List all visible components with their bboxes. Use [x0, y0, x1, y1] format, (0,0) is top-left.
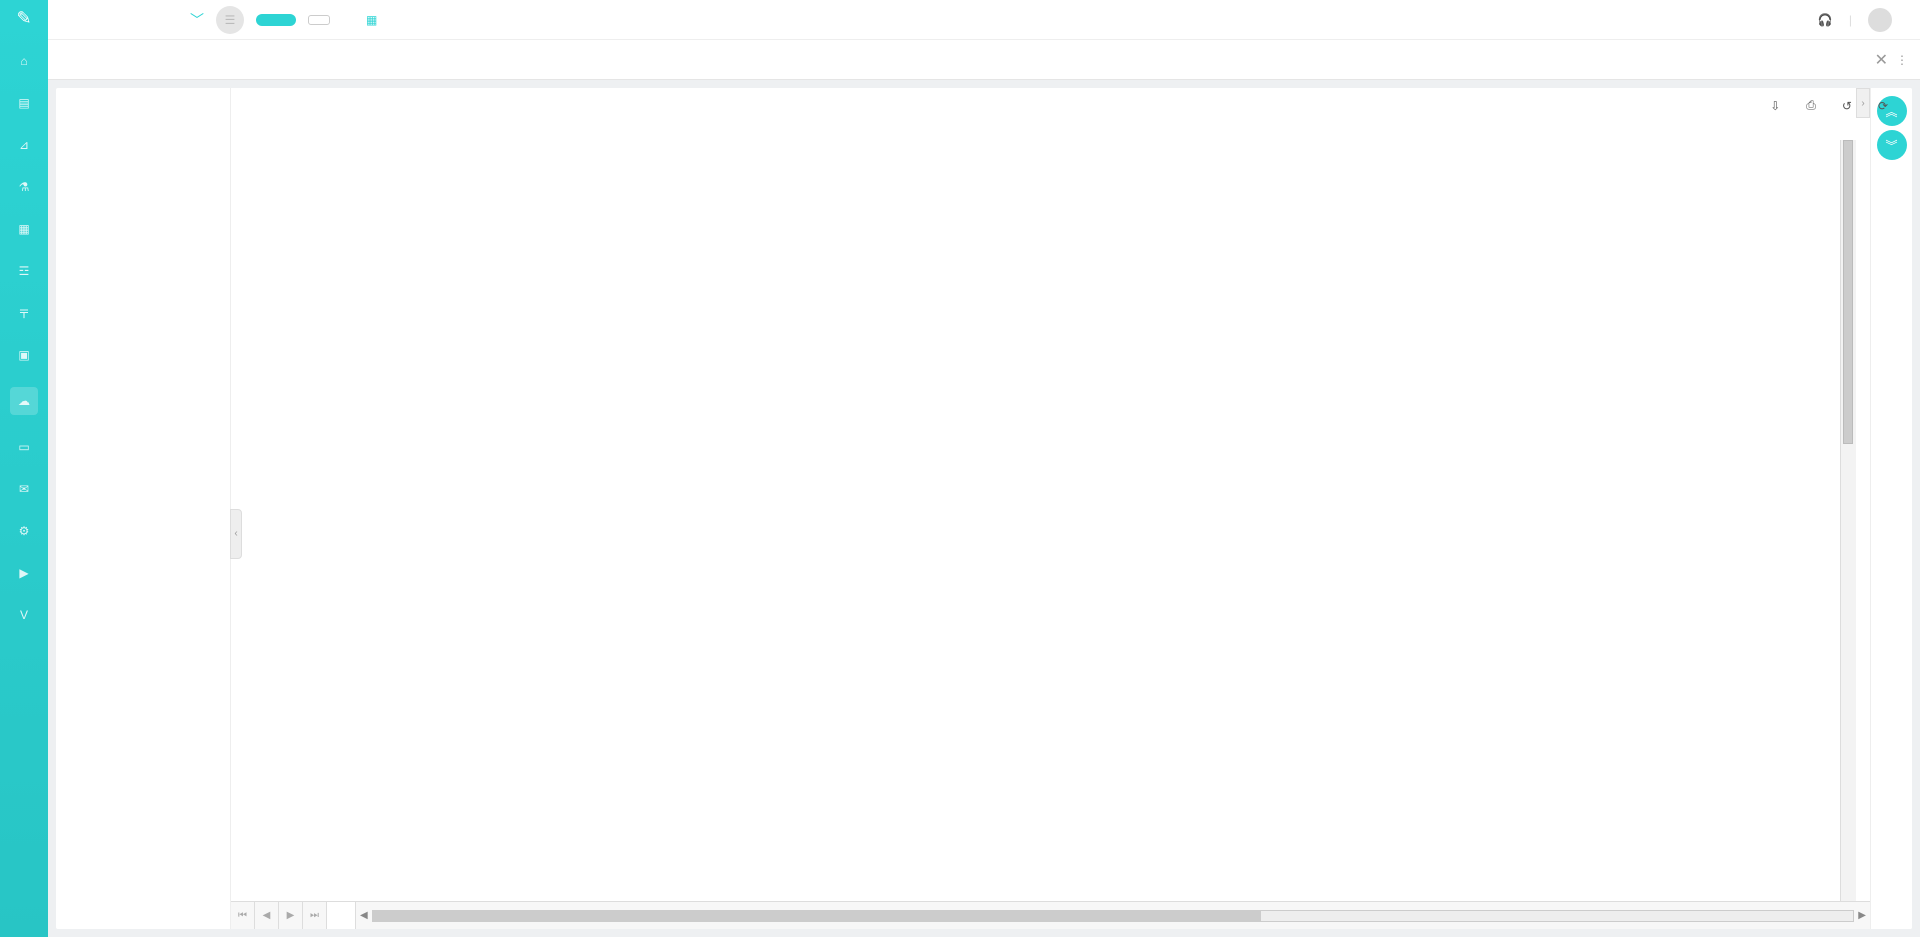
archive-icon[interactable]: ▭ — [14, 437, 34, 457]
doc-icon[interactable]: ▤ — [14, 93, 34, 113]
calendar-icon[interactable]: ▦ — [366, 13, 377, 27]
home-icon[interactable]: ⌂ — [14, 51, 34, 71]
close-all-tabs-icon[interactable]: ✕ — [1875, 50, 1888, 70]
form-list-sidebar — [56, 88, 231, 929]
list-toggle-button[interactable]: ☰ — [216, 6, 244, 34]
v-icon[interactable]: V — [14, 605, 34, 625]
switch-old-button[interactable] — [308, 15, 330, 25]
headset-icon: 🎧 — [1818, 13, 1833, 27]
refresh-icon: ⟳ — [1878, 99, 1888, 113]
settings-icon[interactable]: ⚙ — [14, 521, 34, 541]
chart-icon[interactable]: ⊿ — [14, 135, 34, 155]
sheet-nav-last[interactable]: ⏭ — [303, 902, 327, 929]
report-icon[interactable]: ☲ — [14, 261, 34, 281]
year-rail: ︽ ︾ — [1870, 88, 1912, 929]
refresh-button[interactable]: ⟳ — [1878, 98, 1892, 113]
video-icon[interactable]: ▶ — [14, 563, 34, 583]
tax-icon[interactable]: ☁ — [10, 387, 38, 415]
scroll-left-icon[interactable]: ◀ — [360, 910, 368, 921]
tabs-menu-icon[interactable]: ⋮ — [1896, 53, 1908, 67]
sheet-expand-handle[interactable]: › — [1856, 88, 1870, 118]
avatar[interactable] — [1868, 8, 1892, 32]
consult-link[interactable]: 🎧 — [1818, 13, 1833, 27]
bag-icon[interactable]: ⚗ — [14, 177, 34, 197]
chevron-down-icon: ﹀ — [190, 10, 204, 30]
stamp-icon[interactable]: 〒 — [14, 303, 34, 323]
sheet-tabs: ⏮ ◀ ▶ ⏭ ◀ ▶ — [231, 901, 1870, 929]
sheet-nav-next[interactable]: ▶ — [279, 902, 303, 929]
sheet-tab[interactable] — [327, 902, 356, 929]
clipboard-icon[interactable]: ▦ — [14, 219, 34, 239]
horizontal-scrollbar[interactable]: ◀ ▶ — [356, 902, 1870, 929]
sheet-nav-prev[interactable]: ◀ — [255, 902, 279, 929]
vertical-scrollbar[interactable] — [1840, 140, 1856, 901]
topbar: ﹀ ☰ ▦ 🎧 | — [48, 0, 1920, 40]
spreadsheet[interactable] — [231, 140, 1870, 901]
left-nav-rail: ✎ ⌂ ▤ ⊿ ⚗ ▦ ☲ 〒 ▣ ☁ ▭ ✉ ⚙ ▶ V — [0, 0, 48, 937]
scroll-right-icon[interactable]: ▶ — [1858, 910, 1866, 921]
workspace-button[interactable] — [256, 14, 296, 26]
wallet-icon[interactable]: ▣ — [14, 345, 34, 365]
tax-type-selector[interactable]: ﹀ — [60, 10, 204, 30]
year-scroll-down[interactable]: ︾ — [1877, 130, 1907, 160]
app-logo: ✎ — [16, 8, 31, 29]
inbox-icon[interactable]: ✉ — [14, 479, 34, 499]
tabs-row: ✕ ⋮ — [48, 40, 1920, 80]
sheet-nav-first[interactable]: ⏮ — [231, 902, 255, 929]
